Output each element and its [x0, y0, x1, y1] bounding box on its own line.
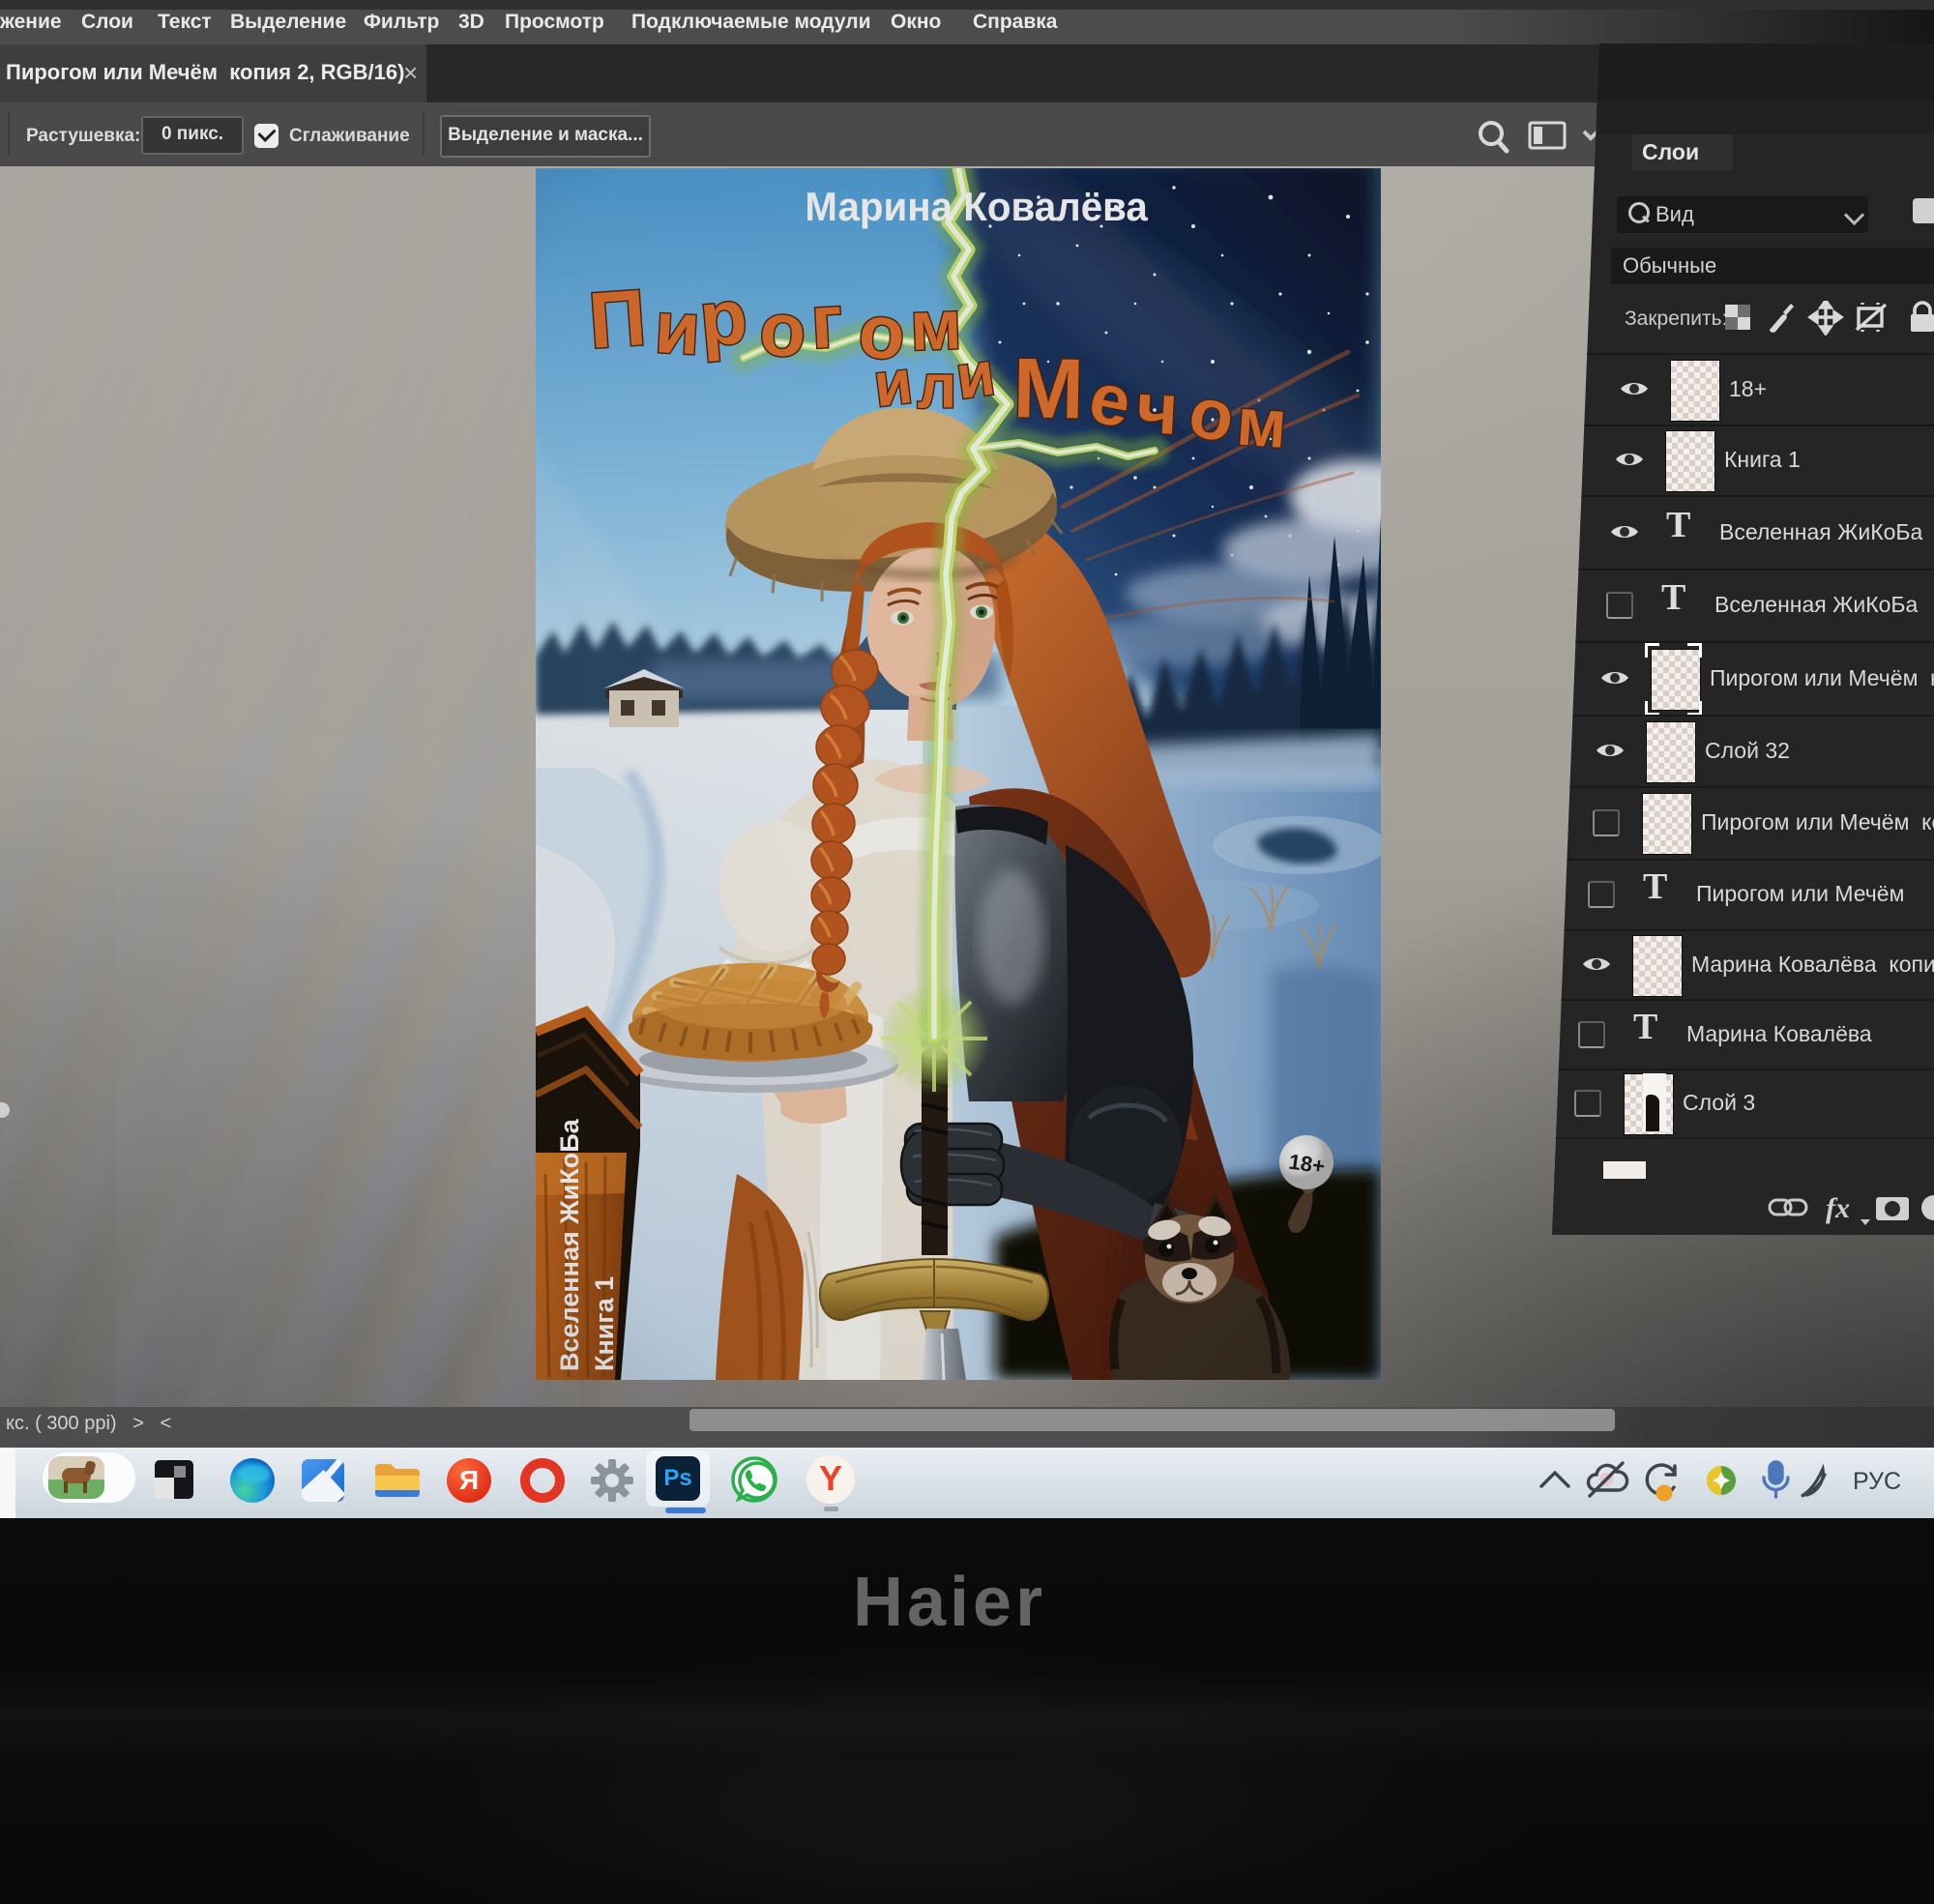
svg-text:fx: fx: [1826, 1192, 1850, 1224]
